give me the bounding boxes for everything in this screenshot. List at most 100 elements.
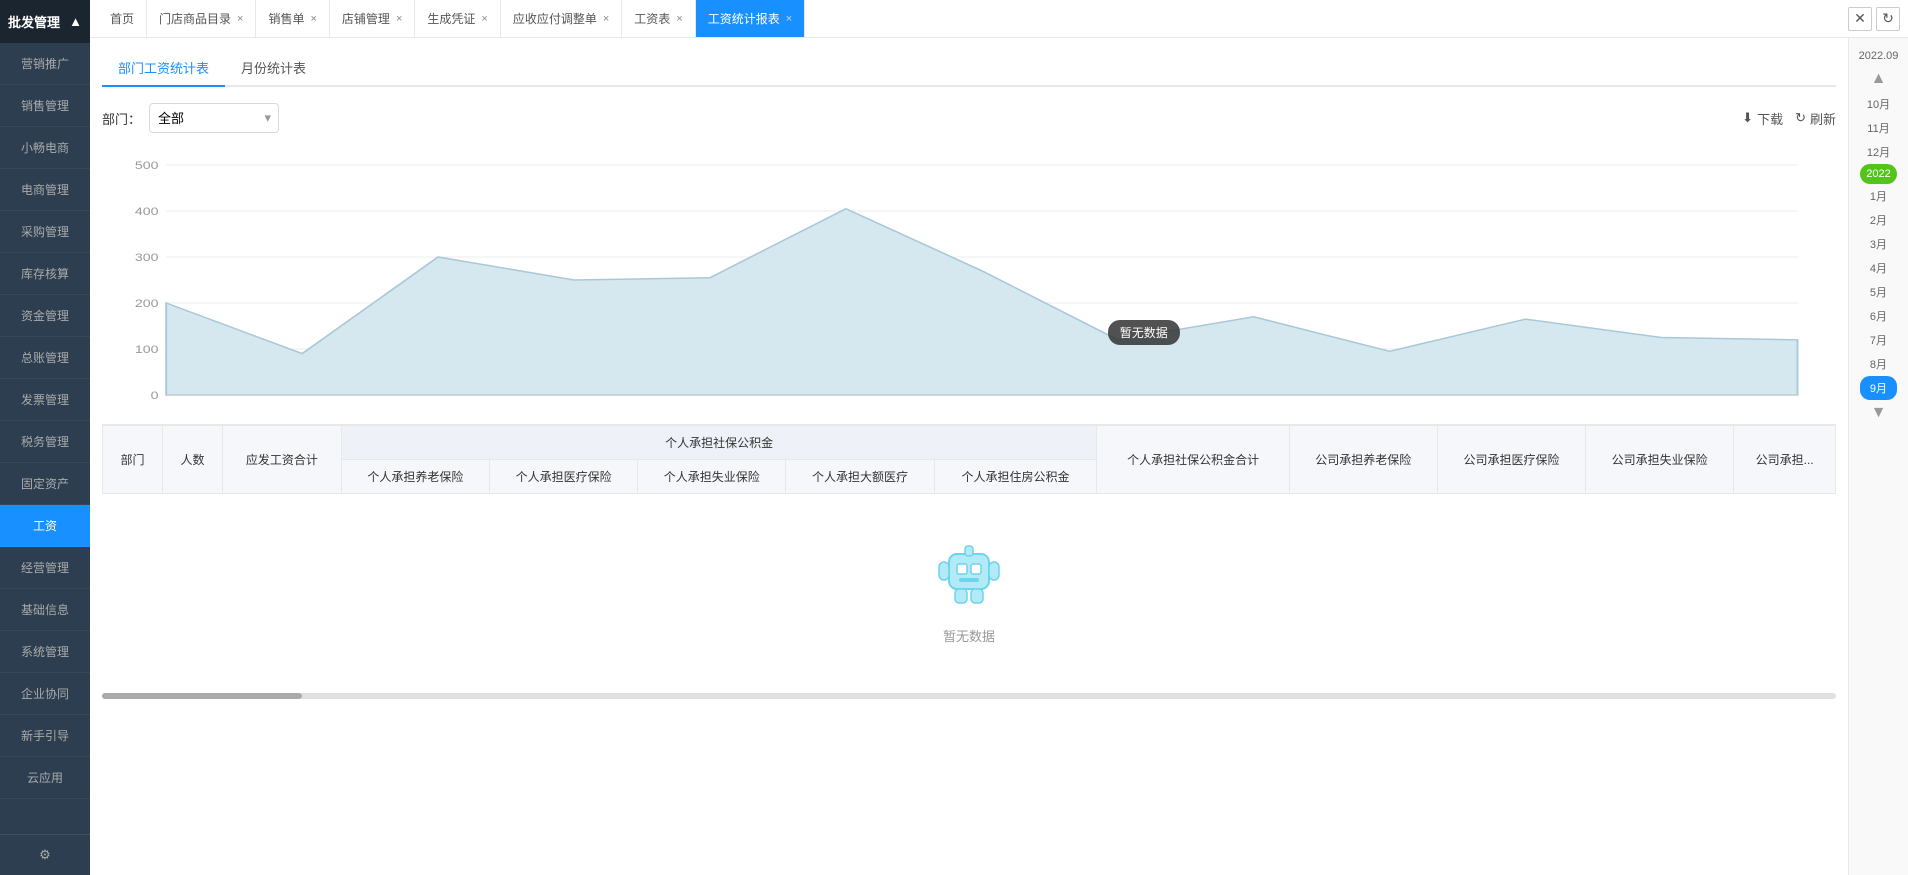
download-label: 下载 bbox=[1757, 109, 1783, 128]
sidebar-item-工资[interactable]: 工资 bbox=[0, 505, 90, 547]
timeline-year-2022[interactable]: 2022 bbox=[1860, 164, 1896, 184]
tab-生成凭证[interactable]: 生成凭证× bbox=[415, 0, 500, 38]
dept-label: 部门： bbox=[102, 109, 141, 128]
download-icon: ⬇ bbox=[1742, 110, 1753, 126]
timeline-month-1月[interactable]: 1月 bbox=[1860, 184, 1896, 208]
tab-应收应付调整单[interactable]: 应收应付调整单× bbox=[501, 0, 622, 38]
sidebar-item-电商管理[interactable]: 电商管理 bbox=[0, 169, 90, 211]
tab-close-icon[interactable]: × bbox=[396, 13, 402, 25]
timeline-month-10月[interactable]: 10月 bbox=[1860, 92, 1896, 116]
sidebar-item-税务管理[interactable]: 税务管理 bbox=[0, 421, 90, 463]
sidebar-header[interactable]: 批发管理 ▲ bbox=[0, 0, 90, 43]
tab-工资统计报表[interactable]: 工资统计报表× bbox=[696, 0, 805, 38]
tab-close-icon[interactable]: × bbox=[603, 13, 609, 25]
sidebar-title: 批发管理 bbox=[8, 12, 60, 31]
sidebar-item-系统管理[interactable]: 系统管理 bbox=[0, 631, 90, 673]
table-header: 公司承担医疗保险 bbox=[1437, 426, 1585, 494]
timeline-month-7月[interactable]: 7月 bbox=[1860, 328, 1896, 352]
sidebar-item-库存核算[interactable]: 库存核算 bbox=[0, 253, 90, 295]
scroll-indicator bbox=[102, 693, 1836, 699]
scroll-thumb bbox=[102, 693, 302, 699]
refresh-button[interactable]: ↻ 刷新 bbox=[1795, 109, 1836, 128]
svg-text:200: 200 bbox=[135, 297, 159, 309]
empty-state: 暂无数据 bbox=[102, 494, 1836, 685]
tab-close-icon[interactable]: × bbox=[310, 13, 316, 25]
table-header: 部门 bbox=[103, 426, 163, 494]
timeline-month-6月[interactable]: 6月 bbox=[1860, 304, 1896, 328]
table-header: 公司承担... bbox=[1734, 426, 1836, 494]
timeline-month-8月[interactable]: 8月 bbox=[1860, 352, 1896, 376]
main-area: 首页门店商品目录×销售单×店铺管理×生成凭证×应收应付调整单×工资表×工资统计报… bbox=[90, 0, 1908, 875]
data-table: 部门人数应发工资合计个人承担社保公积金个人承担社保公积金合计公司承担养老保险公司… bbox=[102, 425, 1836, 494]
refresh-label: 刷新 bbox=[1810, 109, 1836, 128]
scrollbar-container[interactable] bbox=[102, 685, 1836, 707]
table-sub-header: 个人承担住房公积金 bbox=[934, 460, 1097, 494]
dept-select-wrapper: 全部 bbox=[149, 103, 279, 133]
sidebar-item-采购管理[interactable]: 采购管理 bbox=[0, 211, 90, 253]
tab-close-icon[interactable]: × bbox=[237, 13, 243, 25]
table-sub-header: 个人承担大额医疗 bbox=[786, 460, 934, 494]
empty-robot-icon bbox=[929, 534, 1009, 614]
table-header: 个人承担社保公积金合计 bbox=[1097, 426, 1289, 494]
page-area: 部门工资统计表月份统计表 部门： 全部 ⬇ 下载 bbox=[90, 38, 1848, 875]
timeline-month-5月[interactable]: 5月 bbox=[1860, 280, 1896, 304]
svg-text:400: 400 bbox=[135, 205, 159, 217]
timeline-month-9月[interactable]: 9月 bbox=[1860, 376, 1896, 400]
sidebar-item-固定资产[interactable]: 固定资产 bbox=[0, 463, 90, 505]
sidebar-item-总账管理[interactable]: 总账管理 bbox=[0, 337, 90, 379]
svg-text:0: 0 bbox=[151, 389, 159, 401]
sub-tab-bar: 部门工资统计表月份统计表 bbox=[102, 50, 1836, 87]
area-chart: 0100200300400500 bbox=[102, 145, 1836, 425]
sidebar-item-基础信息[interactable]: 基础信息 bbox=[0, 589, 90, 631]
close-all-tab-button[interactable]: ✕ bbox=[1848, 7, 1872, 31]
table-header: 公司承担失业保险 bbox=[1586, 426, 1734, 494]
timeline-month-11月[interactable]: 11月 bbox=[1860, 116, 1896, 140]
sidebar-item-云应用[interactable]: 云应用 bbox=[0, 757, 90, 799]
tab-close-icon[interactable]: × bbox=[786, 13, 792, 25]
chart-area: 0100200300400500 暂无数据 bbox=[102, 145, 1836, 425]
settings-button[interactable]: ⚙ bbox=[0, 834, 90, 875]
toolbar-right: ⬇ 下载 ↻ 刷新 bbox=[1742, 109, 1836, 128]
tab-bar-actions: ✕ ↻ bbox=[1848, 7, 1900, 31]
data-table-container: 部门人数应发工资合计个人承担社保公积金个人承担社保公积金合计公司承担养老保险公司… bbox=[102, 425, 1836, 707]
refresh-icon: ↻ bbox=[1795, 110, 1806, 126]
sidebar-item-小畅电商[interactable]: 小畅电商 bbox=[0, 127, 90, 169]
timeline-month-12月[interactable]: 12月 bbox=[1860, 140, 1896, 164]
toolbar: 部门： 全部 ⬇ 下载 ↻ 刷新 bbox=[102, 103, 1836, 133]
timeline-month-4月[interactable]: 4月 bbox=[1860, 256, 1896, 280]
sidebar: 批发管理 ▲ 营销推广销售管理小畅电商电商管理采购管理库存核算资金管理总账管理发… bbox=[0, 0, 90, 875]
table-header: 应发工资合计 bbox=[223, 426, 342, 494]
tab-销售单[interactable]: 销售单× bbox=[256, 0, 329, 38]
tab-bar: 首页门店商品目录×销售单×店铺管理×生成凭证×应收应付调整单×工资表×工资统计报… bbox=[90, 0, 1908, 38]
tab-首页[interactable]: 首页 bbox=[98, 0, 147, 38]
sidebar-item-发票管理[interactable]: 发票管理 bbox=[0, 379, 90, 421]
svg-text:300: 300 bbox=[135, 251, 159, 263]
download-button[interactable]: ⬇ 下载 bbox=[1742, 109, 1783, 128]
sidebar-item-营销推广[interactable]: 营销推广 bbox=[0, 43, 90, 85]
tab-门店商品目录[interactable]: 门店商品目录× bbox=[147, 0, 256, 38]
timeline-month-3月[interactable]: 3月 bbox=[1860, 232, 1896, 256]
sub-tab-部门工资统计表[interactable]: 部门工资统计表 bbox=[102, 50, 225, 87]
tab-close-icon[interactable]: × bbox=[481, 13, 487, 25]
table-header: 公司承担养老保险 bbox=[1289, 426, 1437, 494]
tab-工资表[interactable]: 工资表× bbox=[622, 0, 695, 38]
sidebar-item-企业协同[interactable]: 企业协同 bbox=[0, 673, 90, 715]
sidebar-item-经营管理[interactable]: 经营管理 bbox=[0, 547, 90, 589]
sub-tab-月份统计表[interactable]: 月份统计表 bbox=[225, 50, 322, 87]
timeline-up-button[interactable]: ▲ bbox=[1867, 66, 1891, 92]
dept-select[interactable]: 全部 bbox=[149, 103, 279, 133]
tab-close-icon[interactable]: × bbox=[676, 13, 682, 25]
svg-text:500: 500 bbox=[135, 159, 159, 171]
timeline-month-2月[interactable]: 2月 bbox=[1860, 208, 1896, 232]
toolbar-left: 部门： 全部 bbox=[102, 103, 279, 133]
refresh-tab-button[interactable]: ↻ bbox=[1876, 7, 1900, 31]
timeline-down-button[interactable]: ▼ bbox=[1867, 400, 1891, 426]
sidebar-item-资金管理[interactable]: 资金管理 bbox=[0, 295, 90, 337]
empty-text: 暂无数据 bbox=[943, 626, 995, 645]
tab-店铺管理[interactable]: 店铺管理× bbox=[330, 0, 415, 38]
timeline-sidebar: 2022.09 ▲ 10月11月12月20221月2月3月4月5月6月7月8月9… bbox=[1848, 38, 1908, 875]
table-header: 人数 bbox=[163, 426, 223, 494]
sidebar-item-新手引导[interactable]: 新手引导 bbox=[0, 715, 90, 757]
table-header: 个人承担社保公积金 bbox=[341, 426, 1097, 460]
sidebar-item-销售管理[interactable]: 销售管理 bbox=[0, 85, 90, 127]
